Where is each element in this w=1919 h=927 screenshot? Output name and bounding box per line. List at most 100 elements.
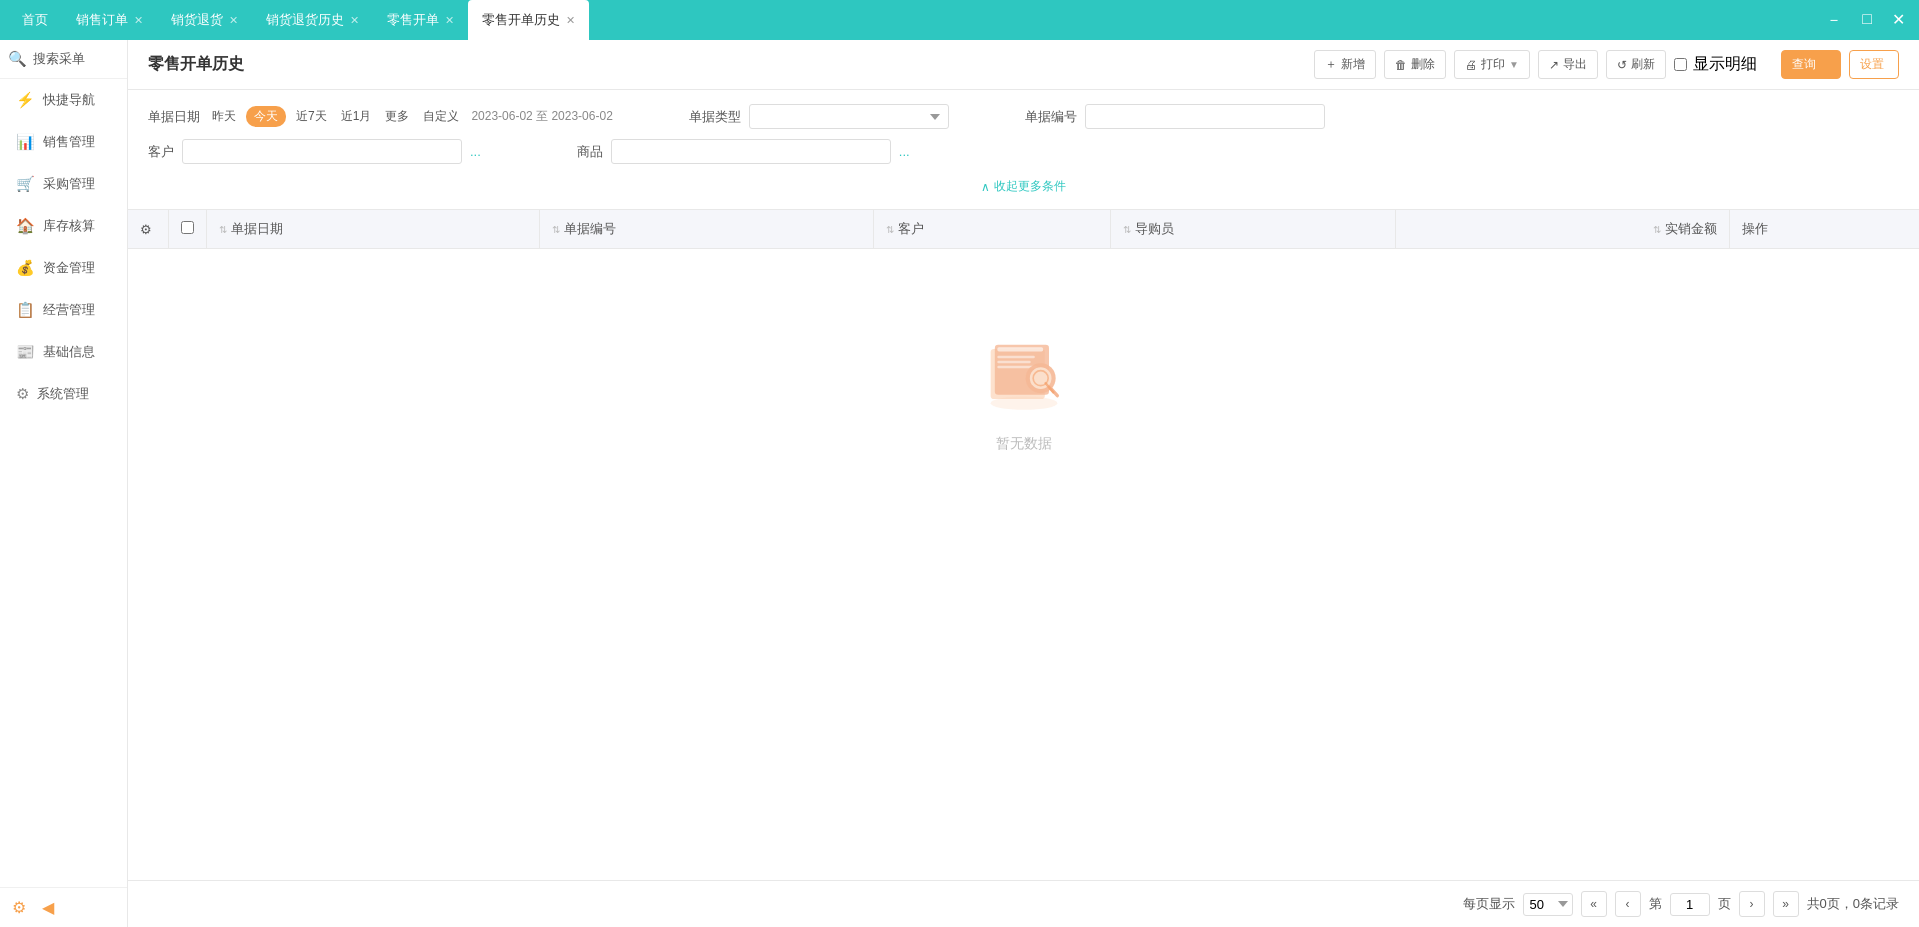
search-icon: 🔍	[8, 50, 27, 68]
main-layout: 🔍 搜索采单 ⚡ 快捷导航 📊 销售管理 🛒 采购管理 🏠 库存核算 💰	[0, 40, 1919, 927]
empty-state: 暂无数据	[128, 249, 1919, 533]
date-option-yesterday[interactable]: 昨天	[208, 106, 240, 127]
col-amount: ⇅ 实销金额	[1396, 210, 1730, 249]
tab-retail-open-close[interactable]: ✕	[445, 14, 454, 27]
sales-mgmt-icon: 📊	[16, 133, 35, 151]
sidebar: 🔍 搜索采单 ⚡ 快捷导航 📊 销售管理 🛒 采购管理 🏠 库存核算 💰	[0, 40, 128, 927]
col-customer-sort-icon[interactable]: ⇅	[886, 224, 894, 235]
product-label: 商品	[577, 143, 603, 161]
col-checkbox	[168, 210, 206, 249]
doc-type-select[interactable]	[749, 104, 949, 129]
system-icon: ⚙	[16, 385, 29, 403]
tab-retail-open-history[interactable]: 零售开单历史 ✕	[468, 0, 589, 40]
select-all-checkbox[interactable]	[181, 221, 194, 234]
product-input[interactable]	[611, 139, 891, 164]
date-option-custom[interactable]: 自定义	[419, 106, 463, 127]
tab-sales-return[interactable]: 销货退货 ✕	[157, 0, 252, 40]
content-area: 零售开单历史 ＋ 新增 🗑 删除 🖨 打印 ▼ ↗ 导出 ↺ 刷新	[128, 40, 1919, 927]
date-range-text: 2023-06-02 至 2023-06-02	[471, 108, 612, 125]
col-number-sort-icon[interactable]: ⇅	[552, 224, 560, 235]
sidebar-item-operation[interactable]: 📋 经营管理	[0, 289, 127, 331]
svg-rect-5	[997, 361, 1030, 364]
tab-sales-return-label: 销货退货	[171, 11, 223, 29]
customer-ellipsis[interactable]: ...	[470, 144, 481, 159]
tab-sales-return-history-close[interactable]: ✕	[350, 14, 359, 27]
add-icon: ＋	[1325, 56, 1337, 73]
next-page-button[interactable]: ›	[1739, 891, 1765, 917]
tab-sales-order[interactable]: 销售订单 ✕	[62, 0, 157, 40]
pagination-bar: 每页显示 50 10 20 100 « ‹ 第 页 › » 共0页，0条记录	[128, 880, 1919, 927]
minimize-button[interactable]: －	[1820, 10, 1848, 31]
page-number-input[interactable]	[1670, 893, 1710, 916]
sidebar-item-system[interactable]: ⚙ 系统管理	[0, 373, 127, 415]
filter-date: 单据日期 昨天 今天 近7天 近1月 更多 自定义 2023-06-02 至 2…	[148, 106, 613, 127]
sidebar-menu: ⚡ 快捷导航 📊 销售管理 🛒 采购管理 🏠 库存核算 💰 资金管理 📋	[0, 79, 127, 887]
print-button[interactable]: 🖨 打印 ▼	[1454, 50, 1530, 79]
sidebar-item-quick-nav[interactable]: ⚡ 快捷导航	[0, 79, 127, 121]
sidebar-item-operation-label: 经营管理	[43, 301, 95, 319]
date-option-7days[interactable]: 近7天	[292, 106, 331, 127]
settings-footer-icon[interactable]: ⚙	[12, 898, 26, 917]
query-button[interactable]: 查询	[1781, 50, 1841, 79]
col-guide-sort-icon[interactable]: ⇅	[1123, 224, 1131, 235]
tab-sales-order-close[interactable]: ✕	[134, 14, 143, 27]
col-settings-icon[interactable]: ⚙	[140, 222, 152, 237]
sidebar-item-basic-info[interactable]: 📰 基础信息	[0, 331, 127, 373]
finance-icon: 💰	[16, 259, 35, 277]
add-button[interactable]: ＋ 新增	[1314, 50, 1376, 79]
sidebar-item-sales-mgmt[interactable]: 📊 销售管理	[0, 121, 127, 163]
filter-row-2: 客户 ... 商品 ...	[148, 139, 1899, 164]
tab-sales-return-close[interactable]: ✕	[229, 14, 238, 27]
filter-section: 单据日期 昨天 今天 近7天 近1月 更多 自定义 2023-06-02 至 2…	[128, 90, 1919, 210]
close-button[interactable]: ✕	[1886, 10, 1911, 31]
table-header: ⚙ ⇅ 单据日期 ⇅	[128, 210, 1919, 249]
display-detail-checkbox[interactable]	[1674, 58, 1687, 71]
delete-button[interactable]: 🗑 删除	[1384, 50, 1446, 79]
prev-page-button[interactable]: ‹	[1615, 891, 1641, 917]
sidebar-item-finance[interactable]: 💰 资金管理	[0, 247, 127, 289]
search-label: 搜索采单	[33, 50, 85, 68]
window-controls: － □ ✕	[1820, 10, 1911, 31]
col-action: 操作	[1729, 210, 1919, 249]
tab-retail-open[interactable]: 零售开单 ✕	[373, 0, 468, 40]
col-guide-label: 导购员	[1135, 220, 1174, 238]
collapse-button[interactable]: ∧ 收起更多条件	[981, 178, 1066, 195]
col-date-sort-icon[interactable]: ⇅	[219, 224, 227, 235]
export-button[interactable]: ↗ 导出	[1538, 50, 1598, 79]
sidebar-item-purchase-mgmt[interactable]: 🛒 采购管理	[0, 163, 127, 205]
tab-home-label: 首页	[22, 11, 48, 29]
col-amount-sort-icon[interactable]: ⇅	[1653, 224, 1661, 235]
refresh-button[interactable]: ↺ 刷新	[1606, 50, 1666, 79]
tab-retail-open-history-close[interactable]: ✕	[566, 14, 575, 27]
tab-sales-return-history-label: 销货退货历史	[266, 11, 344, 29]
collapse-sidebar-icon[interactable]: ◀	[42, 898, 54, 917]
sidebar-item-purchase-mgmt-label: 采购管理	[43, 175, 95, 193]
date-option-more[interactable]: 更多	[381, 106, 413, 127]
date-option-1month[interactable]: 近1月	[337, 106, 376, 127]
basic-info-icon: 📰	[16, 343, 35, 361]
sidebar-item-quick-nav-label: 快捷导航	[43, 91, 95, 109]
settings-button[interactable]: 设置	[1849, 50, 1899, 79]
customer-input[interactable]	[182, 139, 462, 164]
sidebar-item-inventory-label: 库存核算	[43, 217, 95, 235]
total-text: 共0页，0条记录	[1807, 895, 1899, 913]
tab-home[interactable]: 首页	[8, 0, 62, 40]
last-page-button[interactable]: »	[1773, 891, 1799, 917]
date-option-today[interactable]: 今天	[246, 106, 286, 127]
export-icon: ↗	[1549, 58, 1559, 72]
prev-page-icon: ‹	[1626, 897, 1630, 911]
svg-rect-3	[997, 347, 1043, 351]
col-customer: ⇅ 客户	[874, 210, 1110, 249]
display-detail-label: 显示明细	[1693, 54, 1757, 75]
product-ellipsis[interactable]: ...	[899, 144, 910, 159]
sidebar-item-inventory[interactable]: 🏠 库存核算	[0, 205, 127, 247]
tab-sales-return-history[interactable]: 销货退货历史 ✕	[252, 0, 373, 40]
per-page-select[interactable]: 50 10 20 100	[1523, 893, 1573, 916]
first-page-button[interactable]: «	[1581, 891, 1607, 917]
col-amount-label: 实销金额	[1665, 220, 1717, 238]
first-page-icon: «	[1590, 897, 1597, 911]
search-area[interactable]: 🔍 搜索采单	[0, 40, 127, 79]
sidebar-item-basic-info-label: 基础信息	[43, 343, 95, 361]
doc-number-input[interactable]	[1085, 104, 1325, 129]
maximize-button[interactable]: □	[1856, 10, 1878, 31]
